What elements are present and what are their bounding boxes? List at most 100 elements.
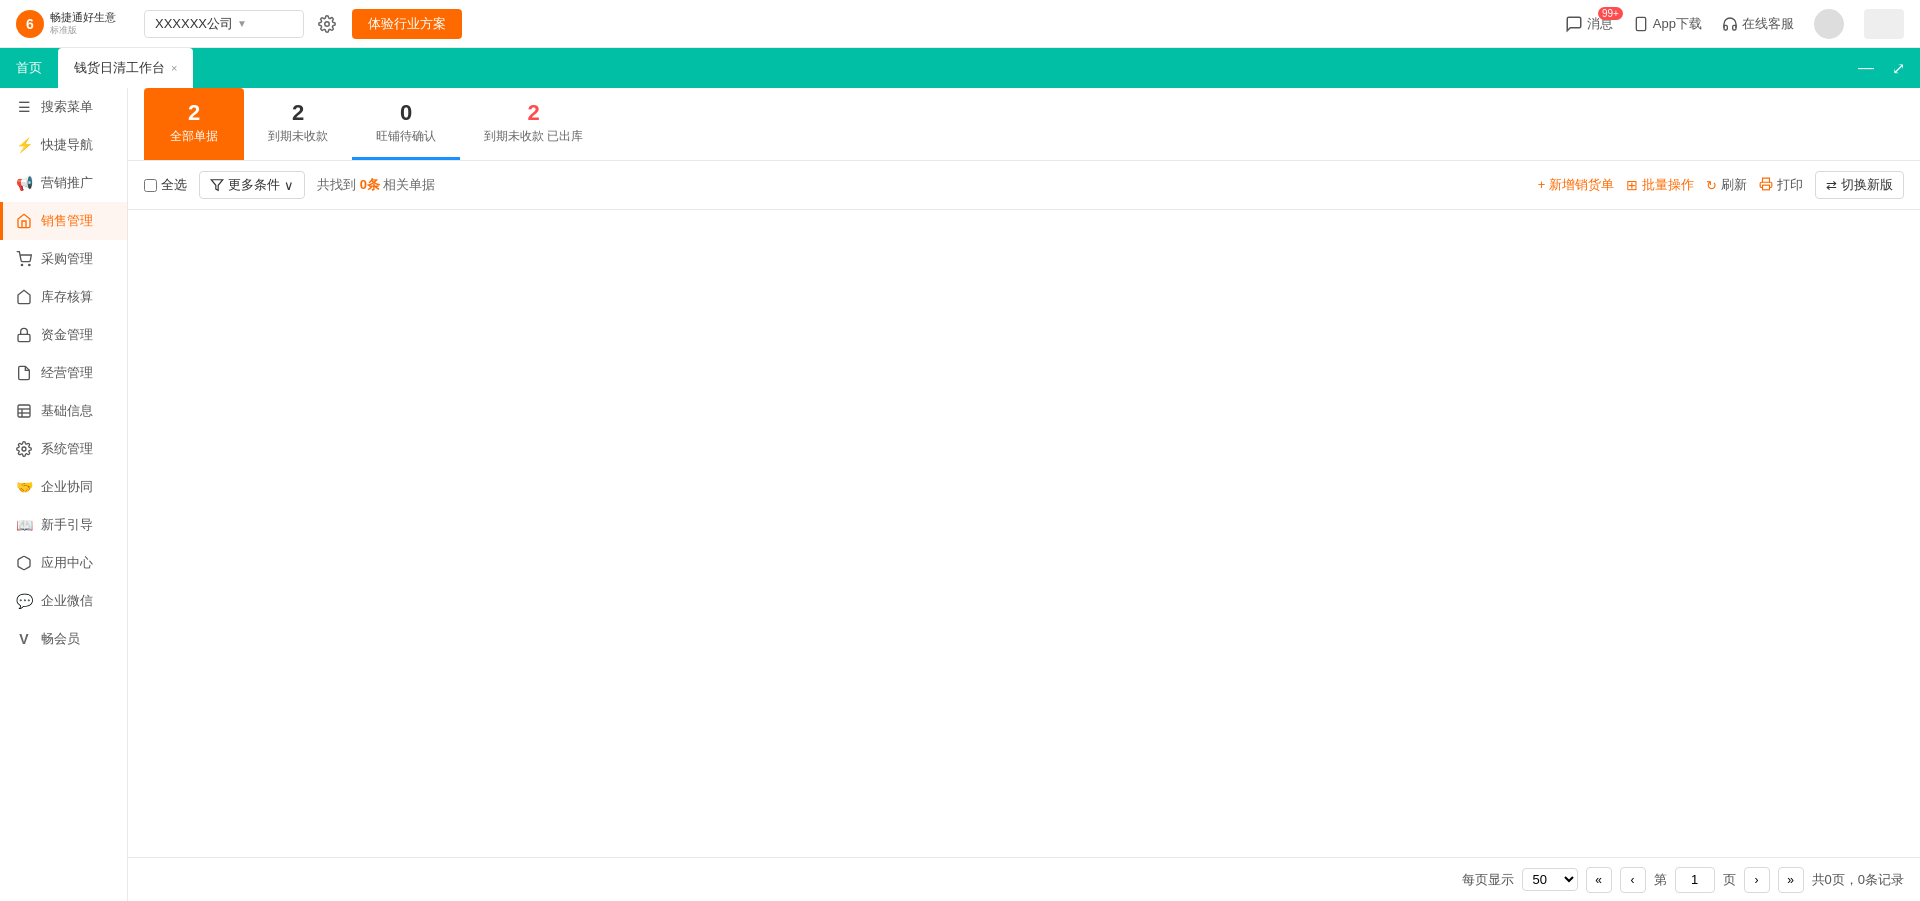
page-number-input[interactable] bbox=[1675, 867, 1715, 893]
messages-button[interactable]: 消息 99+ bbox=[1565, 15, 1613, 33]
select-all-label[interactable]: 全选 bbox=[144, 176, 187, 194]
top-header: 6 畅捷通好生意 标准版 XXXXXX公司 ▼ 体验行业方案 消息 99+ bbox=[0, 0, 1920, 48]
sidebar-item-quick-nav[interactable]: ⚡ 快捷导航 bbox=[0, 126, 127, 164]
company-selector[interactable]: XXXXXX公司 ▼ bbox=[144, 10, 304, 38]
refresh-label: 刷新 bbox=[1721, 176, 1747, 194]
stat-label-pending: 旺铺待确认 bbox=[376, 128, 436, 145]
sidebar-item-operations[interactable]: 经营管理 bbox=[0, 354, 127, 392]
next-page-button[interactable]: › bbox=[1744, 867, 1770, 893]
filter-icon bbox=[210, 178, 224, 192]
messages-badge: 99+ bbox=[1598, 7, 1623, 20]
sidebar-item-system[interactable]: 系统管理 bbox=[0, 430, 127, 468]
toolbar-right: + 新增销货单 ⊞ 批量操作 ↻ 刷新 bbox=[1538, 171, 1904, 199]
settings-button[interactable] bbox=[312, 9, 342, 39]
add-sales-order-button[interactable]: + 新增销货单 bbox=[1538, 176, 1614, 194]
app-download-button[interactable]: App下载 bbox=[1633, 15, 1702, 33]
logo-icon: 6 bbox=[16, 10, 44, 38]
stat-tab-all[interactable]: 2 全部单据 bbox=[144, 88, 244, 160]
sidebar-label-app-center: 应用中心 bbox=[41, 554, 93, 572]
tab-cashflow[interactable]: 钱货日清工作台 × bbox=[58, 48, 193, 88]
tab-minimize-button[interactable]: — bbox=[1854, 56, 1878, 80]
online-service-label: 在线客服 bbox=[1742, 15, 1794, 33]
sidebar-item-marketing[interactable]: 📢 营销推广 bbox=[0, 164, 127, 202]
sidebar-label-purchase: 采购管理 bbox=[41, 250, 93, 268]
guide-icon: 📖 bbox=[15, 516, 33, 534]
app-center-icon bbox=[15, 554, 33, 572]
stat-tab-overdue-shipped[interactable]: 2 到期未收款 已出库 bbox=[460, 88, 607, 160]
select-all-checkbox[interactable] bbox=[144, 179, 157, 192]
sidebar-item-basic-info[interactable]: 基础信息 bbox=[0, 392, 127, 430]
sidebar-label-system: 系统管理 bbox=[41, 440, 93, 458]
svg-point-3 bbox=[21, 264, 22, 265]
company-name: XXXXXX公司 bbox=[155, 15, 233, 33]
batch-label: 批量操作 bbox=[1642, 176, 1694, 194]
sidebar-item-wechat[interactable]: 💬 企业微信 bbox=[0, 582, 127, 620]
wechat-icon: 💬 bbox=[15, 592, 33, 610]
print-button[interactable]: 打印 bbox=[1759, 176, 1803, 194]
sidebar-label-operations: 经营管理 bbox=[41, 364, 93, 382]
quick-nav-icon: ⚡ bbox=[15, 136, 33, 154]
batch-operation-button[interactable]: ⊞ 批量操作 bbox=[1626, 176, 1694, 194]
first-page-button[interactable]: « bbox=[1586, 867, 1612, 893]
svg-rect-12 bbox=[1763, 185, 1770, 190]
stat-label-overdue-shipped: 到期未收款 已出库 bbox=[484, 128, 583, 145]
avatar[interactable] bbox=[1814, 9, 1844, 39]
sidebar-item-inventory[interactable]: 库存核算 bbox=[0, 278, 127, 316]
sidebar-item-search-menu[interactable]: ☰ 搜索菜单 bbox=[0, 88, 127, 126]
sidebar-item-enterprise[interactable]: 🤝 企业协同 bbox=[0, 468, 127, 506]
sidebar-label-search-menu: 搜索菜单 bbox=[41, 98, 93, 116]
sidebar-label-finance: 资金管理 bbox=[41, 326, 93, 344]
refresh-icon: ↻ bbox=[1706, 178, 1717, 193]
refresh-button[interactable]: ↻ 刷新 bbox=[1706, 176, 1747, 194]
last-page-button[interactable]: » bbox=[1778, 867, 1804, 893]
sidebar-label-guide: 新手引导 bbox=[41, 516, 93, 534]
sidebar-item-sales[interactable]: 销售管理 bbox=[0, 202, 127, 240]
switch-label: 切换新版 bbox=[1841, 176, 1893, 194]
svg-rect-6 bbox=[18, 405, 30, 417]
header-right: 消息 99+ App下载 在线客服 bbox=[1565, 9, 1904, 39]
logo-version: 标准版 bbox=[50, 24, 116, 37]
per-page-label: 每页显示 bbox=[1462, 871, 1514, 889]
more-filters-button[interactable]: 更多条件 ∨ bbox=[199, 171, 305, 199]
tab-home[interactable]: 首页 bbox=[0, 48, 58, 88]
tab-maximize-button[interactable]: ⤢ bbox=[1886, 56, 1910, 80]
sidebar-label-marketing: 营销推广 bbox=[41, 174, 93, 192]
stat-count-overdue: 2 bbox=[292, 100, 304, 126]
sidebar-label-sales: 销售管理 bbox=[41, 212, 93, 230]
print-icon bbox=[1759, 177, 1773, 194]
user-menu-button[interactable] bbox=[1864, 9, 1904, 39]
sidebar-item-finance[interactable]: 资金管理 bbox=[0, 316, 127, 354]
batch-icon: ⊞ bbox=[1626, 177, 1638, 193]
sidebar-item-member[interactable]: V 畅会员 bbox=[0, 620, 127, 658]
stat-count-pending: 0 bbox=[400, 100, 412, 126]
sidebar-item-purchase[interactable]: 采购管理 bbox=[0, 240, 127, 278]
per-page-select[interactable]: 50 100 200 bbox=[1522, 868, 1578, 891]
online-service-button[interactable]: 在线客服 bbox=[1722, 15, 1794, 33]
toolbar: 全选 更多条件 ∨ 共找到 0条 相关单据 + 新增销货单 ⊞ bbox=[128, 161, 1920, 210]
sidebar-item-guide[interactable]: 📖 新手引导 bbox=[0, 506, 127, 544]
company-arrow-icon: ▼ bbox=[237, 18, 247, 29]
switch-icon: ⇄ bbox=[1826, 178, 1837, 193]
stat-count-all: 2 bbox=[188, 100, 200, 126]
inventory-icon bbox=[15, 288, 33, 306]
table-area bbox=[128, 210, 1920, 857]
logo-area: 6 畅捷通好生意 标准版 bbox=[16, 10, 144, 38]
stat-count-overdue-shipped: 2 bbox=[528, 100, 540, 126]
tab-close-icon[interactable]: × bbox=[171, 62, 177, 74]
svg-rect-1 bbox=[1636, 17, 1645, 30]
page-suffix: 页 bbox=[1723, 871, 1736, 889]
stat-tab-overdue[interactable]: 2 到期未收款 bbox=[244, 88, 352, 160]
basic-info-icon bbox=[15, 402, 33, 420]
stat-tab-pending[interactable]: 0 旺铺待确认 bbox=[352, 88, 460, 160]
filter-arrow-icon: ∨ bbox=[284, 178, 294, 193]
sidebar-item-app-center[interactable]: 应用中心 bbox=[0, 544, 127, 582]
switch-version-button[interactable]: ⇄ 切换新版 bbox=[1815, 171, 1904, 199]
main-content: 2 全部单据 2 到期未收款 0 旺铺待确认 2 到期未收款 已出库 全选 bbox=[128, 88, 1920, 901]
svg-point-10 bbox=[22, 447, 26, 451]
total-records: 共0页，0条记录 bbox=[1812, 871, 1904, 889]
add-label: + 新增销货单 bbox=[1538, 176, 1614, 194]
prev-page-button[interactable]: ‹ bbox=[1620, 867, 1646, 893]
experience-button[interactable]: 体验行业方案 bbox=[352, 9, 462, 39]
sidebar-label-quick-nav: 快捷导航 bbox=[41, 136, 93, 154]
more-filters-label: 更多条件 bbox=[228, 176, 280, 194]
